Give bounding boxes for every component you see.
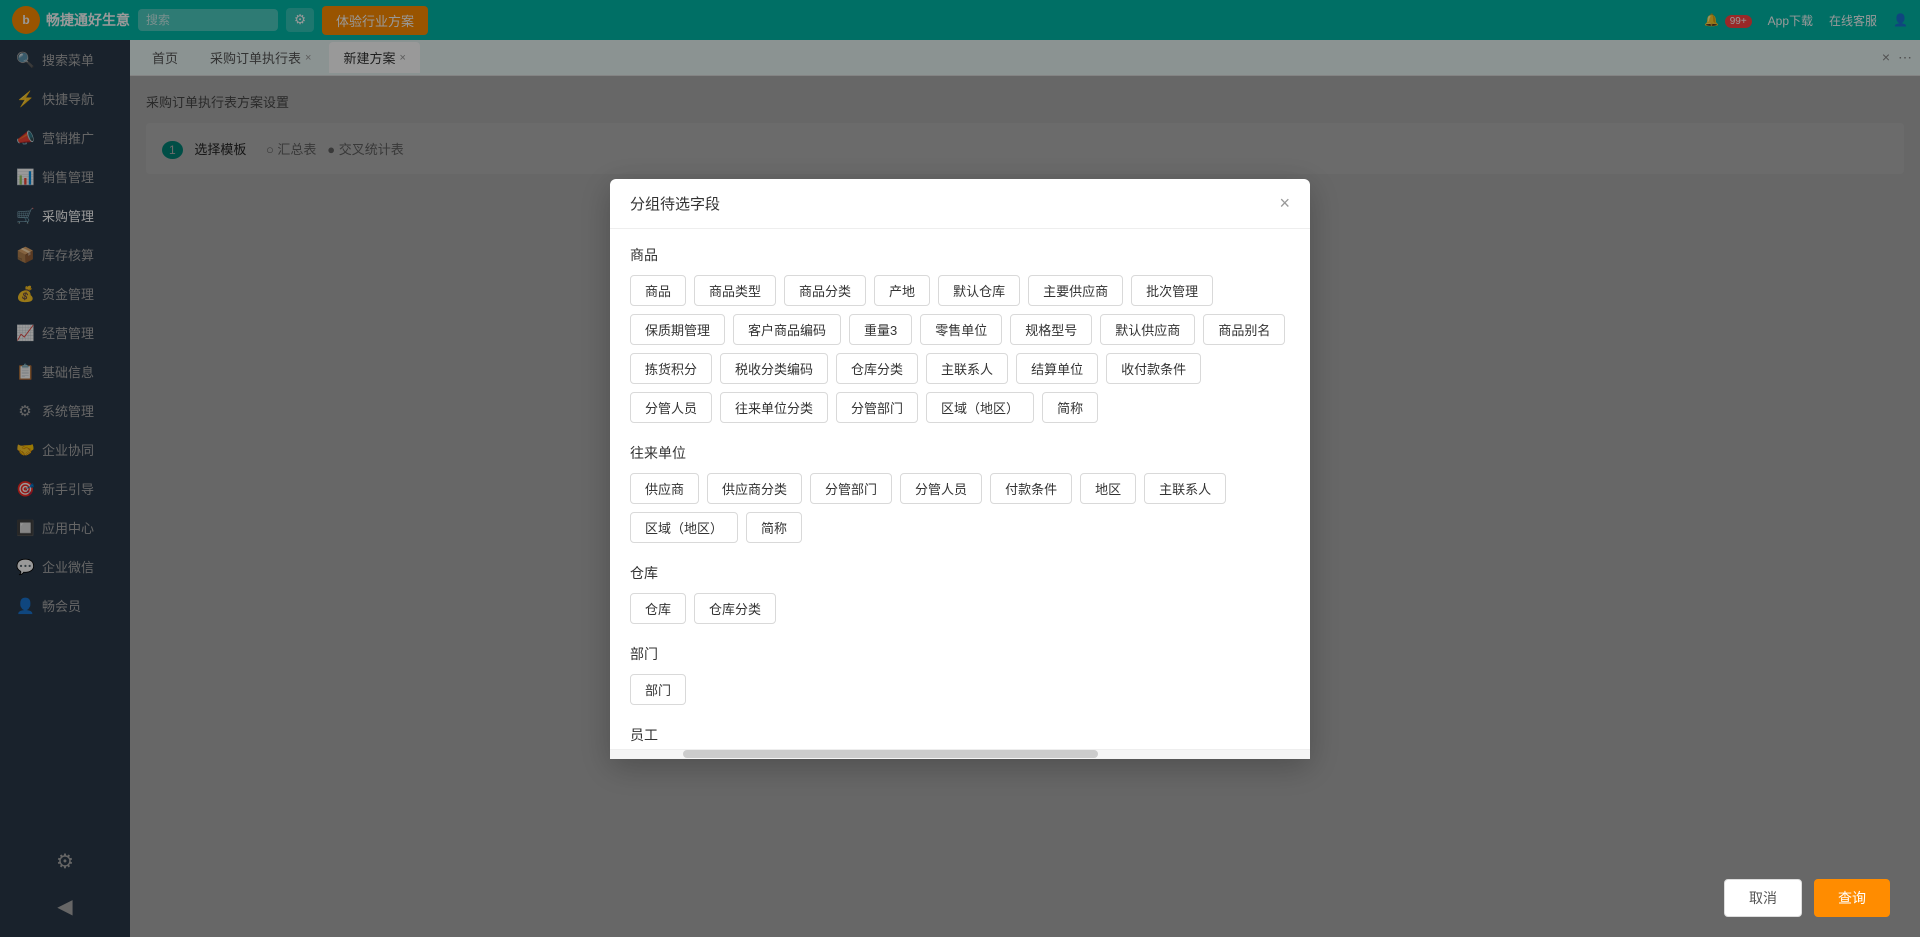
field-tag-goods-15[interactable]: 税收分类编码 — [720, 353, 828, 384]
field-tags-department: 部门 — [630, 674, 1290, 705]
field-tag-goods-4[interactable]: 默认仓库 — [938, 275, 1020, 306]
field-tag-goods-1[interactable]: 商品类型 — [694, 275, 776, 306]
section-title-warehouse: 仓库 — [630, 563, 1290, 583]
field-tag-goods-19[interactable]: 收付款条件 — [1106, 353, 1201, 384]
section-department: 部门部门 — [630, 644, 1290, 705]
section-goods: 商品商品商品类型商品分类产地默认仓库主要供应商批次管理保质期管理客户商品编码重量… — [630, 245, 1290, 423]
field-tag-partner-4[interactable]: 付款条件 — [990, 473, 1072, 504]
modal-horizontal-scrollbar[interactable] — [610, 749, 1310, 758]
field-tag-goods-9[interactable]: 重量3 — [849, 314, 912, 345]
section-title-department: 部门 — [630, 644, 1290, 664]
section-employee: 员工业务员 — [630, 725, 1290, 750]
field-tag-partner-2[interactable]: 分管部门 — [810, 473, 892, 504]
field-tag-goods-7[interactable]: 保质期管理 — [630, 314, 725, 345]
field-tag-goods-0[interactable]: 商品 — [630, 275, 686, 306]
modal-close-button[interactable]: × — [1279, 194, 1290, 212]
modal-body[interactable]: 商品商品商品类型商品分类产地默认仓库主要供应商批次管理保质期管理客户商品编码重量… — [610, 229, 1310, 750]
modal-title: 分组待选字段 — [630, 193, 720, 214]
field-tag-goods-20[interactable]: 分管人员 — [630, 392, 712, 423]
field-tag-partner-7[interactable]: 区域（地区） — [630, 512, 738, 543]
section-partner: 往来单位供应商供应商分类分管部门分管人员付款条件地区主联系人区域（地区） 简称 — [630, 443, 1290, 543]
section-title-employee: 员工 — [630, 725, 1290, 745]
field-tag-partner-5[interactable]: 地区 — [1080, 473, 1136, 504]
field-tag-partner-6[interactable]: 主联系人 — [1144, 473, 1226, 504]
field-tag-goods-18[interactable]: 结算单位 — [1016, 353, 1098, 384]
confirm-button[interactable]: 查询 — [1814, 879, 1890, 917]
field-tags-partner: 供应商供应商分类分管部门分管人员付款条件地区主联系人区域（地区） 简称 — [630, 473, 1290, 543]
section-warehouse: 仓库仓库仓库分类 — [630, 563, 1290, 624]
field-tag-goods-23[interactable]: 区域（地区） — [926, 392, 1034, 423]
field-tag-goods-24[interactable]: 简称 — [1042, 392, 1098, 423]
field-tag-goods-5[interactable]: 主要供应商 — [1028, 275, 1123, 306]
field-tags-warehouse: 仓库仓库分类 — [630, 593, 1290, 624]
field-tag-goods-21[interactable]: 往来单位分类 — [720, 392, 828, 423]
field-tag-goods-6[interactable]: 批次管理 — [1131, 275, 1213, 306]
field-tag-goods-12[interactable]: 默认供应商 — [1100, 314, 1195, 345]
field-tag-goods-13[interactable]: 商品别名 — [1203, 314, 1285, 345]
field-tag-goods-22[interactable]: 分管部门 — [836, 392, 918, 423]
modal-overlay: 分组待选字段 × 商品商品商品类型商品分类产地默认仓库主要供应商批次管理保质期管… — [0, 0, 1920, 937]
field-tag-goods-10[interactable]: 零售单位 — [920, 314, 1002, 345]
modal-header: 分组待选字段 × — [610, 179, 1310, 229]
field-tag-goods-16[interactable]: 仓库分类 — [836, 353, 918, 384]
field-tag-warehouse-0[interactable]: 仓库 — [630, 593, 686, 624]
modal-scrollbar-thumb — [683, 750, 1098, 758]
modal-footer: 取消 查询 — [1724, 879, 1890, 917]
field-selection-modal: 分组待选字段 × 商品商品商品类型商品分类产地默认仓库主要供应商批次管理保质期管… — [610, 179, 1310, 759]
field-tag-warehouse-1[interactable]: 仓库分类 — [694, 593, 776, 624]
field-tag-goods-11[interactable]: 规格型号 — [1010, 314, 1092, 345]
field-tag-goods-8[interactable]: 客户商品编码 — [733, 314, 841, 345]
field-tag-partner-3[interactable]: 分管人员 — [900, 473, 982, 504]
field-tag-goods-14[interactable]: 拣货积分 — [630, 353, 712, 384]
field-tag-partner-0[interactable]: 供应商 — [630, 473, 699, 504]
field-tag-partner-8[interactable]: 简称 — [746, 512, 802, 543]
cancel-button[interactable]: 取消 — [1724, 879, 1802, 917]
section-title-goods: 商品 — [630, 245, 1290, 265]
field-tag-goods-17[interactable]: 主联系人 — [926, 353, 1008, 384]
field-tags-goods: 商品商品类型商品分类产地默认仓库主要供应商批次管理保质期管理客户商品编码重量3 零… — [630, 275, 1290, 423]
field-tag-department-0[interactable]: 部门 — [630, 674, 686, 705]
field-tag-goods-2[interactable]: 商品分类 — [784, 275, 866, 306]
field-tag-partner-1[interactable]: 供应商分类 — [707, 473, 802, 504]
field-tag-goods-3[interactable]: 产地 — [874, 275, 930, 306]
section-title-partner: 往来单位 — [630, 443, 1290, 463]
